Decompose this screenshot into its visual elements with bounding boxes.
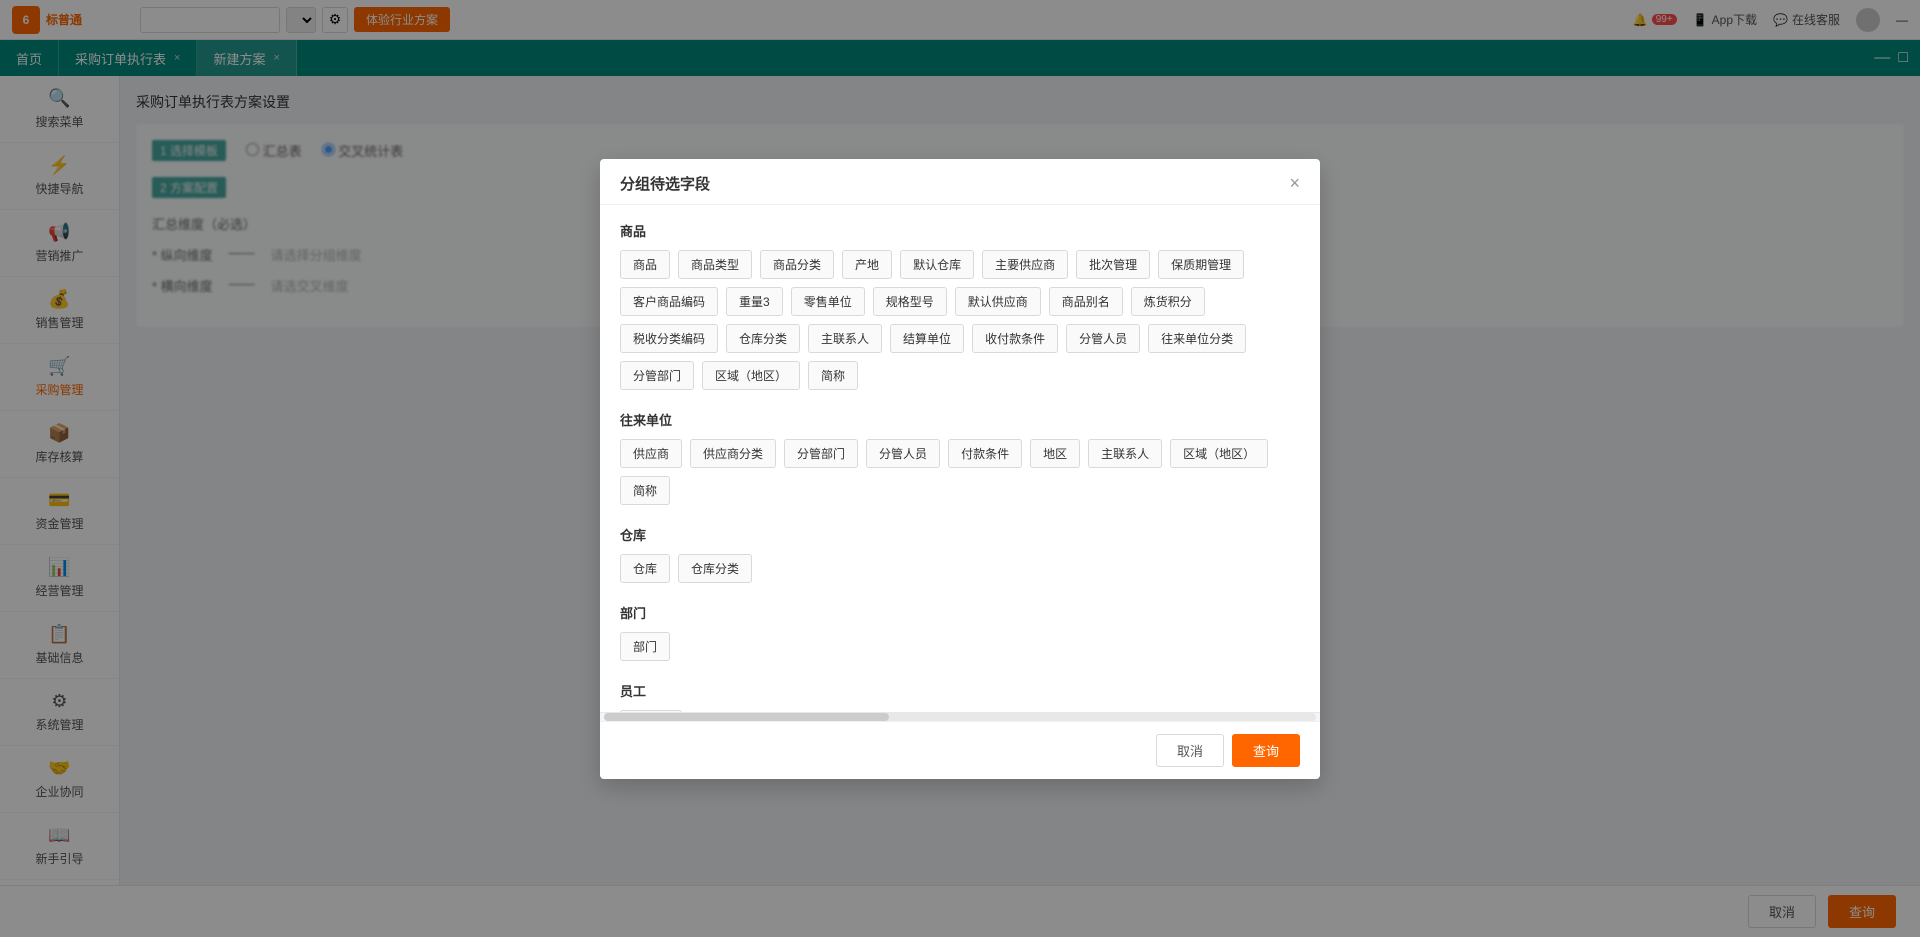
field-tag-product[interactable]: 商品 — [620, 250, 670, 279]
scrollbar-thumb — [604, 713, 889, 721]
field-tag-weight[interactable]: 重量3 — [726, 287, 783, 316]
section-warehouse-title: 仓库 — [620, 525, 1300, 544]
field-tag-product-alias[interactable]: 商品别名 — [1049, 287, 1123, 316]
modal-footer: 取消 查询 — [600, 721, 1320, 779]
field-tag-retail-unit[interactable]: 零售单位 — [791, 287, 865, 316]
modal-body: 商品 商品 商品类型 商品分类 产地 默认仓库 主要供应商 批次管理 保质期管理… — [600, 205, 1320, 712]
field-tag-partner-region[interactable]: 地区 — [1030, 439, 1080, 468]
field-tag-settlement-unit[interactable]: 结算单位 — [890, 324, 964, 353]
field-tag-refine-points[interactable]: 炼货积分 — [1131, 287, 1205, 316]
modal-confirm-button[interactable]: 查询 — [1232, 734, 1300, 767]
section-department-title: 部门 — [620, 603, 1300, 622]
field-tag-supplier[interactable]: 供应商 — [620, 439, 682, 468]
field-tag-supplier-category[interactable]: 供应商分类 — [690, 439, 776, 468]
section-product-tags: 商品 商品类型 商品分类 产地 默认仓库 主要供应商 批次管理 保质期管理 客户… — [620, 250, 1300, 390]
field-tag-main-contact[interactable]: 主联系人 — [808, 324, 882, 353]
field-tag-department[interactable]: 部门 — [620, 632, 670, 661]
field-tag-supervisor[interactable]: 分管人员 — [1066, 324, 1140, 353]
section-department: 部门 部门 — [620, 603, 1300, 661]
section-partner-tags: 供应商 供应商分类 分管部门 分管人员 付款条件 地区 主联系人 区域（地区） … — [620, 439, 1300, 505]
scrollbar-track — [604, 713, 1316, 721]
section-department-tags: 部门 — [620, 632, 1300, 661]
field-tag-partner-short[interactable]: 简称 — [620, 476, 670, 505]
field-tag-batch-mgmt[interactable]: 批次管理 — [1076, 250, 1150, 279]
section-partner-title: 往来单位 — [620, 410, 1300, 429]
section-warehouse-tags: 仓库 仓库分类 — [620, 554, 1300, 583]
section-partner: 往来单位 供应商 供应商分类 分管部门 分管人员 付款条件 地区 主联系人 区域… — [620, 410, 1300, 505]
field-tag-partner-category[interactable]: 往来单位分类 — [1148, 324, 1246, 353]
field-tag-wh-category[interactable]: 仓库分类 — [678, 554, 752, 583]
field-tag-warehouse[interactable]: 仓库 — [620, 554, 670, 583]
section-product-title: 商品 — [620, 221, 1300, 240]
field-tag-customer-code[interactable]: 客户商品编码 — [620, 287, 718, 316]
field-tag-partner-supervisor[interactable]: 分管人员 — [866, 439, 940, 468]
field-tag-product-type[interactable]: 商品类型 — [678, 250, 752, 279]
modal-field-selector: 分组待选字段 × 商品 商品 商品类型 商品分类 产地 默认仓库 主要供应商 批… — [600, 159, 1320, 779]
field-tag-partner-payment[interactable]: 付款条件 — [948, 439, 1022, 468]
field-tag-short-name[interactable]: 简称 — [808, 361, 858, 390]
field-tag-partner-area[interactable]: 区域（地区） — [1170, 439, 1268, 468]
field-tag-origin[interactable]: 产地 — [842, 250, 892, 279]
field-tag-region[interactable]: 区域（地区） — [702, 361, 800, 390]
field-tag-warehouse-category[interactable]: 仓库分类 — [726, 324, 800, 353]
modal-header: 分组待选字段 × — [600, 159, 1320, 205]
section-warehouse: 仓库 仓库 仓库分类 — [620, 525, 1300, 583]
field-tag-product-category[interactable]: 商品分类 — [760, 250, 834, 279]
section-employee-title: 员工 — [620, 681, 1300, 700]
field-tag-main-supplier[interactable]: 主要供应商 — [982, 250, 1068, 279]
modal-title: 分组待选字段 — [620, 173, 710, 194]
section-product: 商品 商品 商品类型 商品分类 产地 默认仓库 主要供应商 批次管理 保质期管理… — [620, 221, 1300, 390]
field-tag-partner-dept[interactable]: 分管部门 — [784, 439, 858, 468]
field-tag-expiry-mgmt[interactable]: 保质期管理 — [1158, 250, 1244, 279]
field-tag-default-warehouse[interactable]: 默认仓库 — [900, 250, 974, 279]
modal-horizontal-scrollbar[interactable] — [600, 712, 1320, 721]
field-tag-payment-terms[interactable]: 收付款条件 — [972, 324, 1058, 353]
field-tag-partner-contact[interactable]: 主联系人 — [1088, 439, 1162, 468]
modal-overlay: 分组待选字段 × 商品 商品 商品类型 商品分类 产地 默认仓库 主要供应商 批… — [0, 0, 1920, 937]
field-tag-dept[interactable]: 分管部门 — [620, 361, 694, 390]
field-tag-default-supplier[interactable]: 默认供应商 — [955, 287, 1041, 316]
section-employee: 员工 业务员 — [620, 681, 1300, 712]
modal-cancel-button[interactable]: 取消 — [1156, 734, 1224, 767]
field-tag-tax-code[interactable]: 税收分类编码 — [620, 324, 718, 353]
field-tag-spec-model[interactable]: 规格型号 — [873, 287, 947, 316]
modal-close-button[interactable]: × — [1289, 173, 1300, 194]
